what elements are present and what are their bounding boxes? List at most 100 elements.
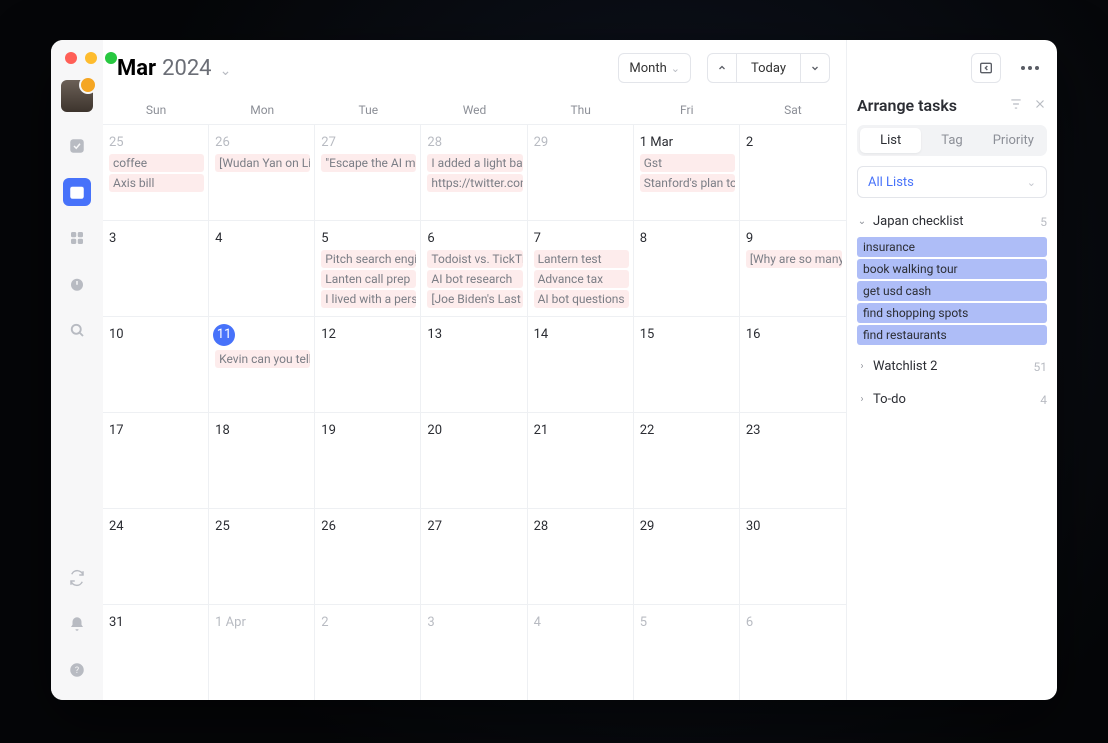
calendar-cell[interactable]: 3: [421, 604, 527, 700]
calendar-cell[interactable]: 27: [421, 508, 527, 604]
calendar-cell[interactable]: 22: [634, 412, 740, 508]
calendar-cell[interactable]: 27"Escape the AI ma: [315, 124, 421, 220]
calendar-cell[interactable]: 1 MarGstStanford's plan to: [634, 124, 740, 220]
task-group-header[interactable]: ⌄Japan checklist5: [857, 210, 1047, 233]
calendar-cell[interactable]: 6: [740, 604, 846, 700]
calendar-event[interactable]: I lived with a perso: [321, 290, 416, 308]
day-number: 8: [640, 231, 647, 246]
timer-icon[interactable]: [63, 270, 91, 298]
avatar[interactable]: [61, 80, 93, 112]
calendar-cell[interactable]: 4: [528, 604, 634, 700]
collapse-panel-button[interactable]: [971, 53, 1001, 83]
calendar-cell[interactable]: 12: [315, 316, 421, 412]
close-window-button[interactable]: [65, 52, 77, 64]
calendar-cell[interactable]: 29: [528, 124, 634, 220]
calendar-cell[interactable]: 28I added a light barhttps://twitter.com: [421, 124, 527, 220]
calendar-cell[interactable]: 13: [421, 316, 527, 412]
calendar-event[interactable]: Kevin can you tell: [215, 350, 310, 368]
calendar-cell[interactable]: 25: [209, 508, 315, 604]
calendar-cell[interactable]: 23: [740, 412, 846, 508]
calendar-cell[interactable]: 21: [528, 412, 634, 508]
calendar-event[interactable]: https://twitter.com: [427, 174, 522, 192]
calendar-event[interactable]: Advance tax: [534, 270, 629, 288]
calendar-cell[interactable]: 26: [315, 508, 421, 604]
task-item[interactable]: find shopping spots: [857, 303, 1047, 323]
dow-label: Wed: [421, 96, 527, 124]
calendar-cell[interactable]: 30: [740, 508, 846, 604]
calendar-cell[interactable]: 2: [740, 124, 846, 220]
day-number: 1 Apr: [215, 615, 246, 630]
calendar-cell[interactable]: 24: [103, 508, 209, 604]
calendar-event[interactable]: I added a light bar: [427, 154, 522, 172]
calendar-cell[interactable]: 17: [103, 412, 209, 508]
next-period-button[interactable]: [800, 53, 830, 83]
more-menu-button[interactable]: [1015, 53, 1045, 83]
apps-icon[interactable]: [63, 224, 91, 252]
calendar-cell[interactable]: 31: [103, 604, 209, 700]
panel-tab[interactable]: List: [860, 128, 921, 153]
calendar-cell[interactable]: 7Lantern testAdvance taxAI bot questions: [528, 220, 634, 316]
calendar-cell[interactable]: 10: [103, 316, 209, 412]
close-icon[interactable]: [1033, 96, 1047, 115]
calendar-event[interactable]: Axis bill: [109, 174, 204, 192]
help-icon[interactable]: ?: [63, 656, 91, 684]
task-group-header[interactable]: ›Watchlist 251: [857, 355, 1047, 378]
calendar-cell[interactable]: 11Kevin can you tell: [209, 316, 315, 412]
calendar-event[interactable]: Pitch search engine: [321, 250, 416, 268]
filter-icon[interactable]: [1009, 96, 1023, 115]
calendar-event[interactable]: Lantern test: [534, 250, 629, 268]
search-icon[interactable]: [63, 316, 91, 344]
calendar-event[interactable]: AI bot research: [427, 270, 522, 288]
calendar-event[interactable]: coffee: [109, 154, 204, 172]
panel-tab[interactable]: Priority: [983, 128, 1044, 153]
calendar-cell[interactable]: 6Todoist vs. TickTickAI bot research[Joe…: [421, 220, 527, 316]
calendar-cell[interactable]: 26[Wudan Yan on LinkedIn: [209, 124, 315, 220]
day-number: 6: [746, 615, 753, 630]
month-year-picker[interactable]: Mar 2024 ⌄: [117, 56, 231, 81]
lists-select[interactable]: All Lists ⌄: [857, 166, 1047, 198]
calendar-cell[interactable]: 4: [209, 220, 315, 316]
calendar-cell[interactable]: 2: [315, 604, 421, 700]
prev-period-button[interactable]: [707, 53, 737, 83]
task-item[interactable]: find restaurants: [857, 325, 1047, 345]
calendar-cell[interactable]: 25coffeeAxis bill: [103, 124, 209, 220]
calendar-event[interactable]: Gst: [640, 154, 735, 172]
today-button[interactable]: Today: [737, 53, 800, 83]
day-number: 26: [321, 519, 336, 534]
calendar-event[interactable]: Todoist vs. TickTick: [427, 250, 522, 268]
panel-tab[interactable]: Tag: [921, 128, 982, 153]
sync-icon[interactable]: [63, 564, 91, 592]
calendar-cell[interactable]: 28: [528, 508, 634, 604]
calendar-event[interactable]: AI bot questions: [534, 290, 629, 308]
minimize-window-button[interactable]: [85, 52, 97, 64]
calendar-cell[interactable]: 9[Why are so many: [740, 220, 846, 316]
task-group-header[interactable]: ›To-do4: [857, 388, 1047, 411]
calendar-event[interactable]: Stanford's plan to: [640, 174, 735, 192]
view-picker[interactable]: Month ⌄: [618, 53, 691, 83]
task-item[interactable]: book walking tour: [857, 259, 1047, 279]
calendar-cell[interactable]: 14: [528, 316, 634, 412]
task-item[interactable]: get usd cash: [857, 281, 1047, 301]
calendar-cell[interactable]: 3: [103, 220, 209, 316]
calendar-cell[interactable]: 16: [740, 316, 846, 412]
calendar-cell[interactable]: 15: [634, 316, 740, 412]
calendar-icon[interactable]: [63, 178, 91, 206]
calendar-event[interactable]: [Wudan Yan on LinkedIn: [215, 154, 310, 172]
task-item[interactable]: insurance: [857, 237, 1047, 257]
calendar-event[interactable]: [Why are so many: [746, 250, 842, 268]
calendar-cell[interactable]: 18: [209, 412, 315, 508]
calendar-cell[interactable]: 29: [634, 508, 740, 604]
calendar-event[interactable]: "Escape the AI ma: [321, 154, 416, 172]
notifications-icon[interactable]: [63, 610, 91, 638]
maximize-window-button[interactable]: [105, 52, 117, 64]
calendar-cell[interactable]: 5Pitch search engineLanten call prepI li…: [315, 220, 421, 316]
calendar-cell[interactable]: 1 Apr: [209, 604, 315, 700]
calendar-cell[interactable]: 8: [634, 220, 740, 316]
calendar-event[interactable]: Lanten call prep: [321, 270, 416, 288]
chevron-down-icon: ⌄: [218, 63, 232, 79]
calendar-cell[interactable]: 20: [421, 412, 527, 508]
calendar-cell[interactable]: 19: [315, 412, 421, 508]
calendar-cell[interactable]: 5: [634, 604, 740, 700]
calendar-event[interactable]: [Joe Biden's Last: [427, 290, 522, 308]
tasks-icon[interactable]: [63, 132, 91, 160]
